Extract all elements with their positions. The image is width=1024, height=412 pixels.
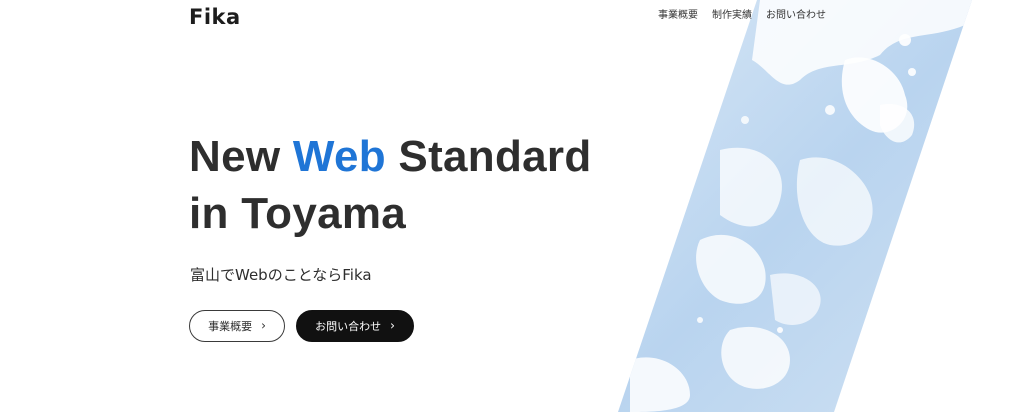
hero-title-text: New xyxy=(189,132,293,181)
landing-page: Fika 事業概要 制作実績 お問い合わせ New Web Standard i… xyxy=(0,0,1024,412)
chevron-right-icon: › xyxy=(390,318,395,333)
cta-row: 事業概要 › お問い合わせ › xyxy=(189,310,414,342)
hero-title-line-1: New Web Standard xyxy=(189,128,592,185)
hero-title: New Web Standard in Toyama xyxy=(189,128,592,242)
nav-link-contact[interactable]: お問い合わせ xyxy=(766,8,826,24)
top-nav: 事業概要 制作実績 お問い合わせ xyxy=(658,8,826,24)
hero-title-line-2: in Toyama xyxy=(189,189,407,238)
brand-logo[interactable]: Fika xyxy=(189,3,241,31)
business-overview-button[interactable]: 事業概要 › xyxy=(189,310,285,342)
contact-button-label: お問い合わせ xyxy=(315,320,382,333)
hero-subtitle: 富山でWebのことならFika xyxy=(190,266,372,284)
business-overview-button-label: 事業概要 xyxy=(208,320,253,333)
hero-title-accent: Web xyxy=(292,132,386,181)
nav-link-business-overview[interactable]: 事業概要 xyxy=(658,8,698,24)
chevron-right-icon: › xyxy=(261,318,266,333)
contact-button[interactable]: お問い合わせ › xyxy=(296,310,414,342)
nav-link-works[interactable]: 制作実績 xyxy=(712,8,752,24)
hero-title-text: Standard xyxy=(385,132,592,181)
